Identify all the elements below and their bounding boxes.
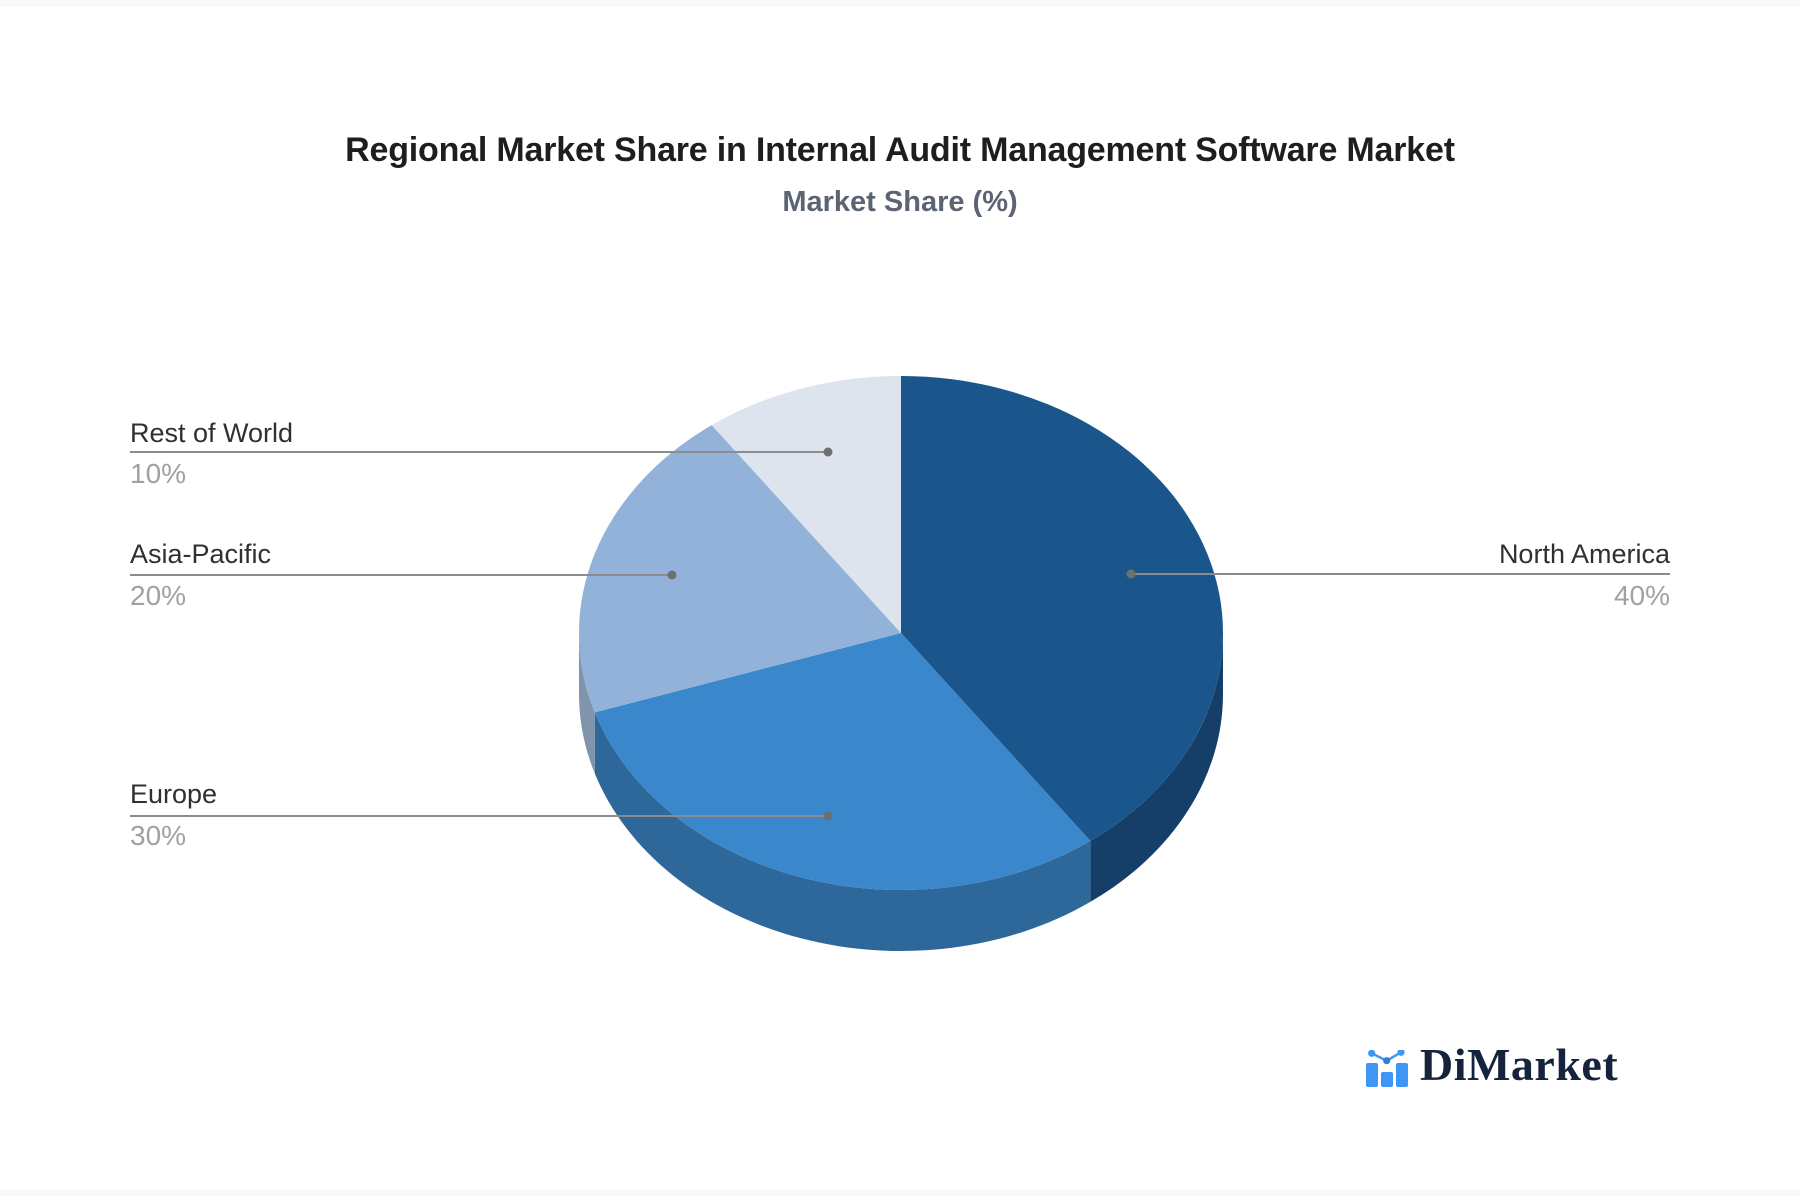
- callout-label-north-america: North America: [1498, 539, 1670, 569]
- callout-value-asia-pacific: 20%: [130, 580, 187, 611]
- dimarket-logo: DiMarket: [1364, 1042, 1618, 1088]
- callout-label-rest-of-world: Rest of World: [130, 418, 294, 448]
- chart-canvas: Regional Market Share in Internal Audit …: [0, 0, 1800, 1196]
- callout-value-north-america: 40%: [1613, 580, 1670, 611]
- pie-chart-svg: [130, 376, 1670, 952]
- leader-dot-asia-pacific: [667, 570, 677, 580]
- bar-chart-icon: [1366, 1050, 1408, 1087]
- callout-label-europe: Europe: [130, 779, 218, 809]
- logo-text: DiMarket: [1420, 1039, 1619, 1090]
- leader-dot-rest-of-world: [823, 447, 833, 457]
- callout-value-europe: 30%: [130, 820, 187, 851]
- callout-label-asia-pacific: Asia-Pacific: [130, 539, 272, 569]
- leader-dot-europe: [823, 811, 833, 821]
- leader-dot-north-america: [1126, 569, 1136, 579]
- callout-value-rest-of-world: 10%: [130, 458, 187, 489]
